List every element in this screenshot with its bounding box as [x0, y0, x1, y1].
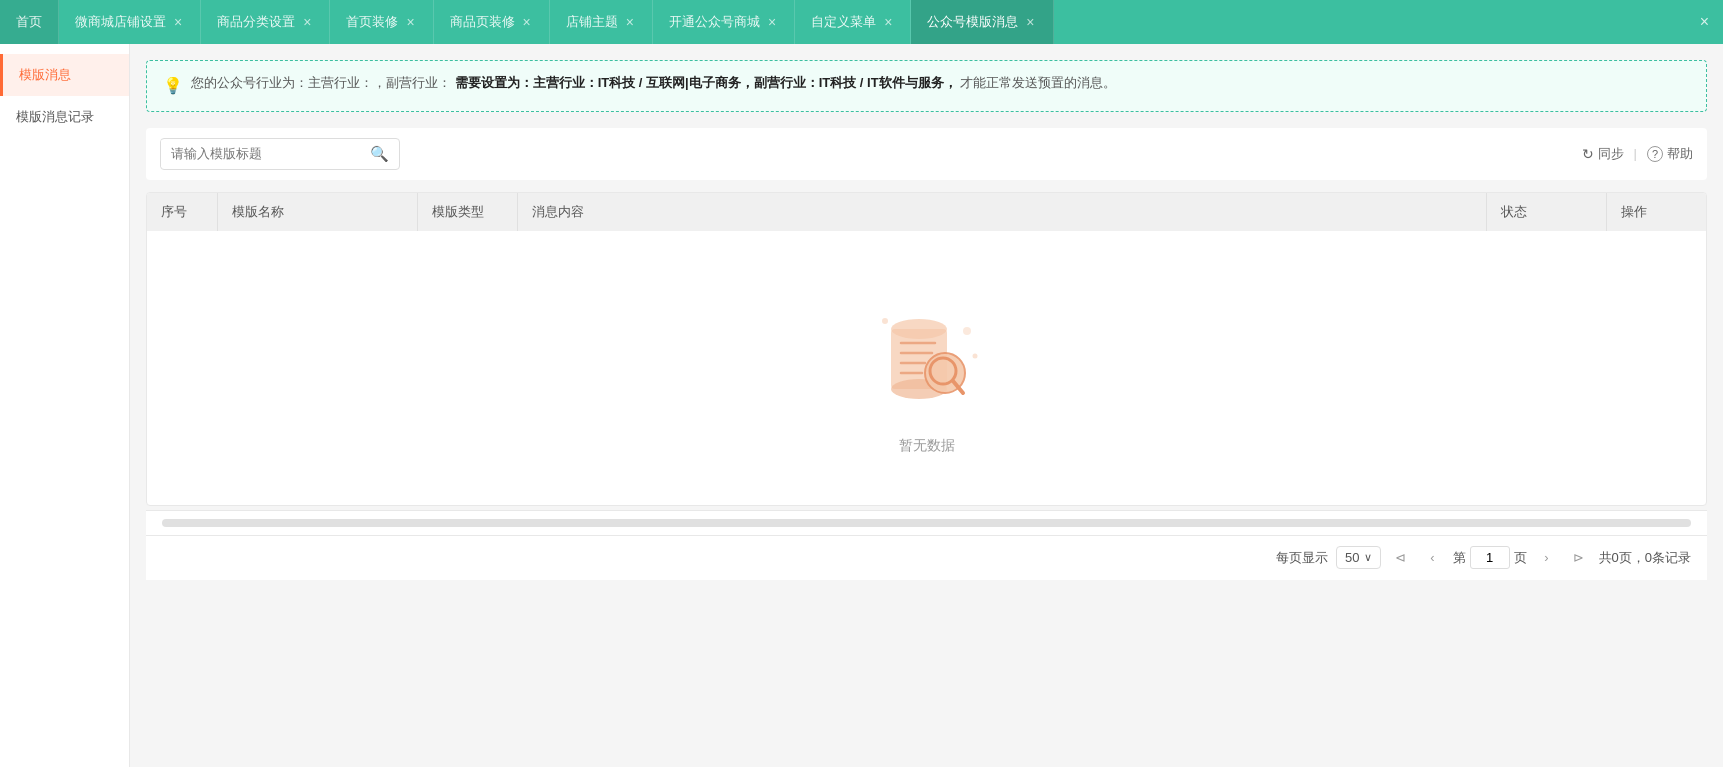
- data-table: 序号 模版名称 模版类型 消息内容 状态: [147, 193, 1706, 505]
- col-header-name: 模版名称: [217, 193, 417, 231]
- main-layout: 模版消息 模版消息记录 💡 您的公众号行业为：主营行业：，副营行业： 需要设置为…: [0, 44, 1723, 767]
- sidebar-item-template-msg-log[interactable]: 模版消息记录: [0, 96, 129, 138]
- toolbar-right: ↻ 同步 | ? 帮助: [1582, 145, 1693, 163]
- sidebar: 模版消息 模版消息记录: [0, 44, 130, 767]
- table-header-row: 序号 模版名称 模版类型 消息内容 状态: [147, 193, 1706, 231]
- notice-highlight-text: 需要设置为：主营行业：IT科技 / 互联网|电子商务，副营行业：IT科技 / I…: [455, 75, 957, 90]
- col-header-type: 模版类型: [417, 193, 517, 231]
- main-content: 💡 您的公众号行业为：主营行业：，副营行业： 需要设置为：主营行业：IT科技 /…: [130, 44, 1723, 767]
- horizontal-scrollbar[interactable]: [162, 519, 1691, 527]
- help-icon: ?: [1647, 146, 1663, 162]
- search-icon: 🔍: [370, 145, 389, 162]
- close-all-tabs-button[interactable]: ×: [1686, 0, 1723, 44]
- per-page-dropdown-icon: ∨: [1364, 551, 1372, 564]
- empty-state-text: 暂无数据: [899, 437, 955, 455]
- horizontal-scrollbar-wrap: [146, 510, 1707, 535]
- help-button[interactable]: ? 帮助: [1647, 145, 1693, 163]
- search-box: 🔍: [160, 138, 400, 170]
- nav-tab-shop-settings-label: 微商城店铺设置: [75, 13, 166, 31]
- nav-tab-category-settings-label: 商品分类设置: [217, 13, 295, 31]
- pagination: 每页显示 50 ∨ ⊲ ‹ 第 页 › ⊳ 共0页，0条记录: [146, 535, 1707, 580]
- per-page-label: 每页显示: [1276, 549, 1328, 567]
- nav-tab-store-theme[interactable]: 店铺主题 ×: [550, 0, 653, 44]
- nav-tab-homepage-decor[interactable]: 首页装修 ×: [330, 0, 433, 44]
- nav-tab-homepage-decor-label: 首页装修: [346, 13, 398, 31]
- svg-point-12: [972, 353, 977, 358]
- search-input[interactable]: [161, 140, 360, 167]
- notice-icon: 💡: [163, 73, 183, 99]
- nav-tab-template-message[interactable]: 公众号模版消息 ×: [911, 0, 1053, 44]
- sync-button[interactable]: ↻ 同步: [1582, 145, 1624, 163]
- page-input-wrap: 第 页: [1453, 546, 1527, 569]
- close-shop-settings-icon[interactable]: ×: [172, 12, 184, 32]
- nav-tab-product-decor[interactable]: 商品页装修 ×: [434, 0, 550, 44]
- close-store-theme-icon[interactable]: ×: [624, 12, 636, 32]
- close-category-settings-icon[interactable]: ×: [301, 12, 313, 32]
- page-label: 第: [1453, 549, 1466, 567]
- prev-page-button[interactable]: ‹: [1421, 546, 1445, 570]
- sync-label: 同步: [1598, 145, 1624, 163]
- search-button[interactable]: 🔍: [360, 139, 399, 169]
- nav-tab-category-settings[interactable]: 商品分类设置 ×: [201, 0, 330, 44]
- help-label: 帮助: [1667, 145, 1693, 163]
- sidebar-item-template-msg[interactable]: 模版消息: [0, 54, 129, 96]
- page-unit: 页: [1514, 549, 1527, 567]
- sync-icon: ↻: [1582, 146, 1594, 162]
- nav-tab-product-decor-label: 商品页装修: [450, 13, 515, 31]
- nav-tab-template-message-label: 公众号模版消息: [927, 13, 1018, 31]
- nav-tab-store-theme-label: 店铺主题: [566, 13, 618, 31]
- nav-tab-custom-menu-label: 自定义菜单: [811, 13, 876, 31]
- nav-tab-open-wechat-shop-label: 开通公众号商城: [669, 13, 760, 31]
- sidebar-item-template-msg-label: 模版消息: [19, 67, 71, 82]
- close-open-wechat-shop-icon[interactable]: ×: [766, 12, 778, 32]
- nav-tab-home-label: 首页: [16, 13, 42, 31]
- toolbar-divider: |: [1634, 146, 1637, 161]
- sidebar-item-template-msg-log-label: 模版消息记录: [16, 109, 94, 124]
- table-empty-cell: 暂无数据: [147, 231, 1706, 505]
- col-header-status: 状态: [1486, 193, 1606, 231]
- col-header-content: 消息内容: [517, 193, 1486, 231]
- nav-tab-shop-settings[interactable]: 微商城店铺设置 ×: [59, 0, 201, 44]
- per-page-value: 50: [1345, 550, 1359, 565]
- notice-text: 您的公众号行业为：主营行业：，副营行业： 需要设置为：主营行业：IT科技 / 互…: [191, 73, 1116, 94]
- col-header-seq: 序号: [147, 193, 217, 231]
- close-template-message-icon[interactable]: ×: [1024, 12, 1036, 32]
- page-number-input[interactable]: [1470, 546, 1510, 569]
- toolbar: 🔍 ↻ 同步 | ? 帮助: [146, 128, 1707, 180]
- close-homepage-decor-icon[interactable]: ×: [404, 12, 416, 32]
- nav-tab-custom-menu[interactable]: 自定义菜单 ×: [795, 0, 911, 44]
- col-header-action: 操作: [1606, 193, 1706, 231]
- empty-state: 暂无数据: [161, 241, 1692, 495]
- last-page-button[interactable]: ⊳: [1567, 546, 1591, 570]
- table-empty-row: 暂无数据: [147, 231, 1706, 505]
- first-page-button[interactable]: ⊲: [1389, 546, 1413, 570]
- empty-state-illustration: [867, 301, 987, 421]
- per-page-select[interactable]: 50 ∨: [1336, 546, 1380, 569]
- notice-banner: 💡 您的公众号行业为：主营行业：，副营行业： 需要设置为：主营行业：IT科技 /…: [146, 60, 1707, 112]
- svg-point-10: [882, 318, 888, 324]
- next-page-button[interactable]: ›: [1535, 546, 1559, 570]
- close-product-decor-icon[interactable]: ×: [521, 12, 533, 32]
- total-info: 共0页，0条记录: [1599, 549, 1691, 567]
- data-table-wrap: 序号 模版名称 模版类型 消息内容 状态: [146, 192, 1707, 506]
- close-custom-menu-icon[interactable]: ×: [882, 12, 894, 32]
- svg-point-11: [963, 327, 971, 335]
- nav-tab-home[interactable]: 首页: [0, 0, 59, 44]
- top-navigation: 首页 微商城店铺设置 × 商品分类设置 × 首页装修 × 商品页装修 × 店铺主…: [0, 0, 1723, 44]
- nav-tab-open-wechat-shop[interactable]: 开通公众号商城 ×: [653, 0, 795, 44]
